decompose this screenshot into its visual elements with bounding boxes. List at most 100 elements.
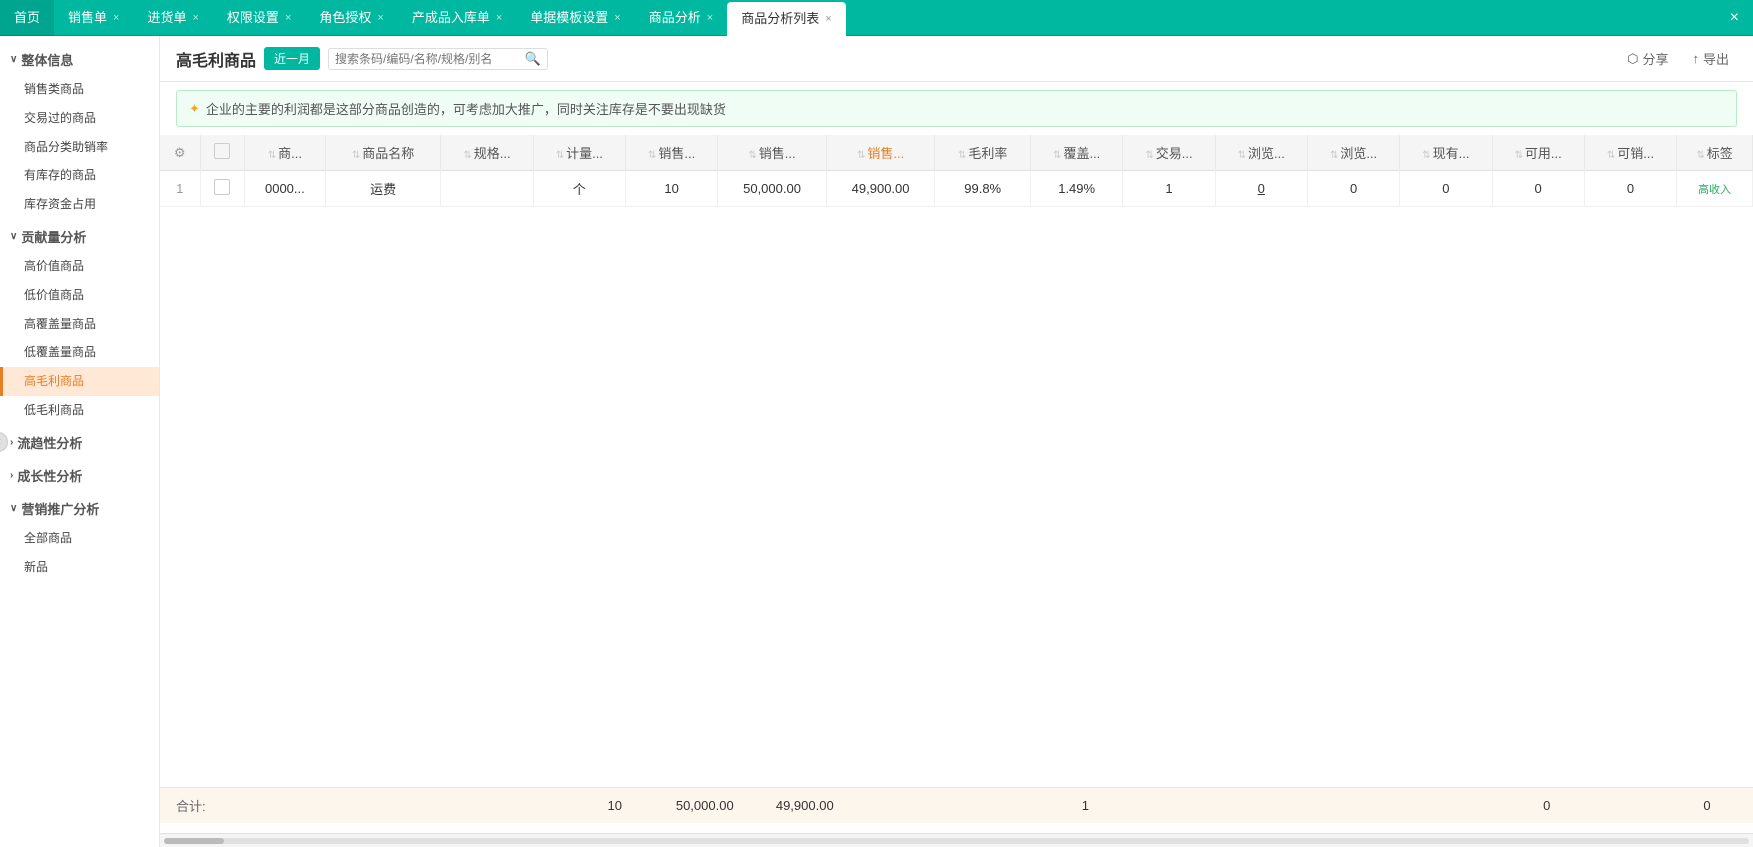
search-icon[interactable]: 🔍 — [525, 51, 541, 67]
content-header: 高毛利商品 近一月 🔍 ⬡ 分享 ↑ 导出 — [160, 36, 1753, 82]
sidebar-item-traded-goods[interactable]: 交易过的商品 — [0, 104, 159, 133]
horizontal-scrollbar[interactable] — [160, 833, 1753, 847]
col-sales1[interactable]: ⇅销售... — [625, 135, 717, 171]
nav-role-auth[interactable]: 角色授权 × — [305, 0, 397, 36]
col-settings[interactable]: ⚙ — [160, 135, 200, 171]
close-permission-icon[interactable]: × — [285, 0, 291, 36]
export-button[interactable]: ↑ 导出 — [1684, 46, 1737, 71]
period-button[interactable]: 近一月 — [264, 47, 320, 70]
footer-sales3: 49,900.00 — [755, 798, 855, 813]
sidebar-item-low-value[interactable]: 低价值商品 — [0, 281, 159, 310]
sidebar-group-growth[interactable]: › 成长性分析 — [0, 458, 159, 491]
close-product-analysis-list-icon[interactable]: × — [825, 2, 831, 36]
close-template-icon[interactable]: × — [614, 0, 620, 36]
cell-margin-rate: 99.8% — [935, 171, 1031, 207]
sidebar-item-category-sales-rate[interactable]: 商品分类助销率 — [0, 133, 159, 162]
nav-home[interactable]: 首页 — [0, 0, 54, 36]
info-icon: ✦ — [189, 101, 200, 117]
col-current-stock[interactable]: ⇅现有... — [1400, 135, 1492, 171]
col-spec[interactable]: ⇅规格... — [441, 135, 533, 171]
sidebar-item-high-value[interactable]: 高价值商品 — [0, 252, 159, 281]
col-browse1[interactable]: ⇅浏览... — [1215, 135, 1307, 171]
top-navigation: 首页 销售单 × 进货单 × 权限设置 × 角色授权 × 产成品入库单 × 单据… — [0, 0, 1753, 36]
close-purchase-order-icon[interactable]: × — [192, 0, 198, 36]
close-sales-order-icon[interactable]: × — [113, 0, 119, 36]
share-button[interactable]: ⬡ 分享 — [1619, 46, 1676, 71]
sidebar-item-all-goods[interactable]: 全部商品 — [0, 524, 159, 553]
col-checkbox[interactable] — [200, 135, 244, 171]
sidebar-group-trend[interactable]: › 流趋性分析 — [0, 425, 159, 458]
nav-template-settings[interactable]: 单据模板设置 × — [516, 0, 634, 36]
nav-product-warehouse[interactable]: 产成品入库单 × — [398, 0, 516, 36]
row-checkbox[interactable] — [214, 179, 230, 195]
group-trend-arrow: › — [10, 437, 13, 448]
window-close-button[interactable]: × — [1716, 0, 1753, 36]
cell-unit: 个 — [533, 171, 625, 207]
settings-icon[interactable]: ⚙ — [174, 145, 186, 160]
cell-coverage: 1.49% — [1031, 171, 1123, 207]
close-role-icon[interactable]: × — [377, 0, 383, 36]
cell-spec — [441, 171, 533, 207]
footer-sales1: 10 — [575, 798, 655, 813]
footer-label: 合计: — [176, 796, 206, 815]
col-browse2[interactable]: ⇅浏览... — [1307, 135, 1399, 171]
cell-current-stock: 0 — [1400, 171, 1492, 207]
col-sales2[interactable]: ⇅销售... — [718, 135, 827, 171]
select-all-checkbox[interactable] — [214, 143, 230, 159]
cell-available-stock: 0 — [1492, 171, 1584, 207]
cell-name: 运费 — [325, 171, 441, 207]
sidebar-item-inventory-capital[interactable]: 库存资金占用 — [0, 190, 159, 219]
table-container[interactable]: ⚙ ⇅商... ⇅商品名称 ⇅规格... ⇅计量... ⇅销售... ⇅销售..… — [160, 135, 1753, 807]
col-sellable-stock[interactable]: ⇅可销... — [1584, 135, 1676, 171]
sidebar-group-contribution[interactable]: ∨ 贡献量分析 — [0, 219, 159, 252]
sidebar-item-low-coverage[interactable]: 低覆盖量商品 — [0, 338, 159, 367]
col-sales3[interactable]: ⇅销售... — [826, 135, 935, 171]
col-transaction[interactable]: ⇅交易... — [1123, 135, 1215, 171]
col-available-stock[interactable]: ⇅可用... — [1492, 135, 1584, 171]
close-product-analysis-icon[interactable]: × — [707, 0, 713, 36]
col-code[interactable]: ⇅商... — [244, 135, 325, 171]
cell-sales3: 49,900.00 — [826, 171, 935, 207]
cell-num: 1 — [160, 171, 200, 207]
sidebar-item-high-margin[interactable]: 高毛利商品 — [0, 367, 159, 396]
col-tag[interactable]: ⇅标签 — [1677, 135, 1753, 171]
footer-sales2: 50,000.00 — [655, 798, 755, 813]
scroll-track[interactable] — [164, 838, 1749, 844]
table-row: 1 0000... 运费 个 10 50,000.00 49,900.00 99… — [160, 171, 1753, 207]
group-overall-arrow: ∨ — [10, 54, 17, 65]
sidebar-group-marketing[interactable]: ∨ 营销推广分析 — [0, 491, 159, 524]
group-marketing-arrow: ∨ — [10, 503, 17, 514]
table-body: 1 0000... 运费 个 10 50,000.00 49,900.00 99… — [160, 171, 1753, 207]
scroll-thumb[interactable] — [164, 838, 224, 844]
col-unit[interactable]: ⇅计量... — [533, 135, 625, 171]
cell-browse1[interactable]: 0 — [1215, 171, 1307, 207]
nav-purchase-order[interactable]: 进货单 × — [133, 0, 212, 36]
col-coverage[interactable]: ⇅覆盖... — [1031, 135, 1123, 171]
sidebar-group-overall[interactable]: ∨ 整体信息 — [0, 42, 159, 75]
footer-sellable-stock: 0 — [1677, 798, 1737, 813]
sidebar-item-in-stock-goods[interactable]: 有库存的商品 — [0, 161, 159, 190]
cell-code: 0000... — [244, 171, 325, 207]
sidebar-item-new-goods[interactable]: 新品 — [0, 553, 159, 582]
content-area: 高毛利商品 近一月 🔍 ⬡ 分享 ↑ 导出 ✦ 企业的主要的利润都是这部分商品创… — [160, 36, 1753, 847]
info-banner: ✦ 企业的主要的利润都是这部分商品创造的，可考虑加大推广，同时关注库存是不要出现… — [176, 90, 1737, 127]
sidebar: « ∨ 整体信息 销售类商品 交易过的商品 商品分类助销率 有库存的商品 库存资… — [0, 36, 160, 847]
sidebar-item-low-margin[interactable]: 低毛利商品 — [0, 396, 159, 425]
group-contribution-arrow: ∨ — [10, 231, 17, 242]
nav-product-analysis-list[interactable]: 商品分析列表 × — [727, 2, 845, 36]
data-table: ⚙ ⇅商... ⇅商品名称 ⇅规格... ⇅计量... ⇅销售... ⇅销售..… — [160, 135, 1753, 207]
nav-permission-settings[interactable]: 权限设置 × — [213, 0, 305, 36]
cell-sales1: 10 — [625, 171, 717, 207]
cell-tag: 高收入 — [1677, 171, 1753, 207]
sidebar-item-high-coverage[interactable]: 高覆盖量商品 — [0, 310, 159, 339]
share-icon: ⬡ — [1627, 51, 1638, 67]
col-margin-rate[interactable]: ⇅毛利率 — [935, 135, 1031, 171]
cell-checkbox[interactable] — [200, 171, 244, 207]
search-input[interactable] — [335, 52, 525, 66]
sidebar-item-sales-goods[interactable]: 销售类商品 — [0, 75, 159, 104]
nav-sales-order[interactable]: 销售单 × — [54, 0, 133, 36]
footer-bar: 合计: 10 50,000.00 49,900.00 1 0 0 — [160, 787, 1753, 823]
col-name[interactable]: ⇅商品名称 — [325, 135, 441, 171]
nav-product-analysis[interactable]: 商品分析 × — [635, 0, 727, 36]
close-product-warehouse-icon[interactable]: × — [496, 0, 502, 36]
